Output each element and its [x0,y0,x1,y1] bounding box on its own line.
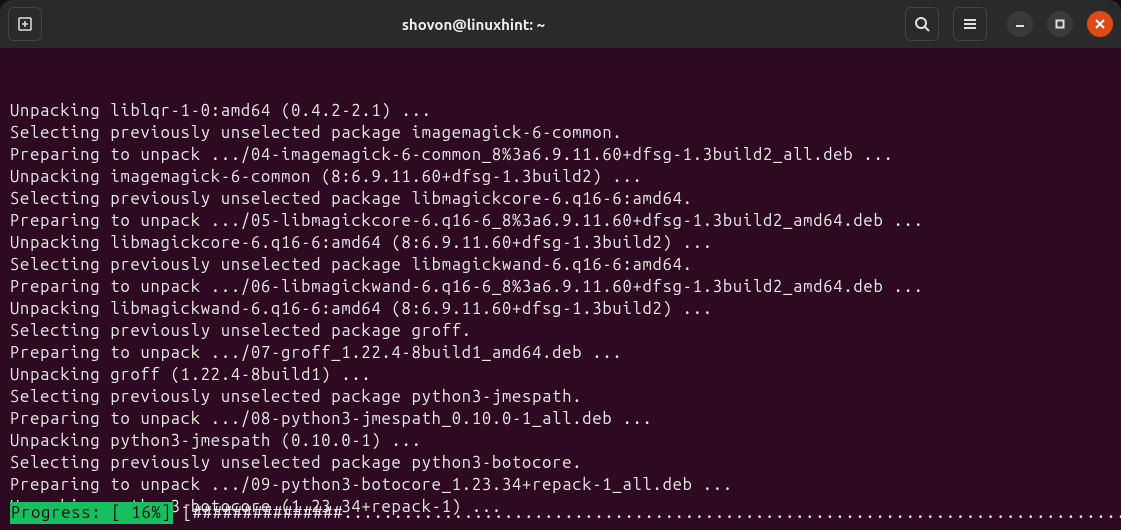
terminal-output[interactable]: Unpacking liblqr-1-0:amd64 (0.4.2-2.1) .… [0,48,1121,530]
terminal-line: Selecting previously unselected package … [10,254,1111,276]
terminal-line: Unpacking libmagickwand-6.q16-6:amd64 (8… [10,298,1111,320]
terminal-line: Selecting previously unselected package … [10,386,1111,408]
menu-button[interactable] [953,7,987,41]
terminal-line: Preparing to unpack .../04-imagemagick-6… [10,144,1111,166]
titlebar: shovon@linuxhint: ~ [0,0,1121,48]
minimize-icon [1015,19,1025,29]
terminal-line: Selecting previously unselected package … [10,188,1111,210]
close-button[interactable] [1087,11,1113,37]
terminal-line: Unpacking python3-jmespath (0.10.0-1) ..… [10,430,1111,452]
search-icon [914,16,930,32]
search-button[interactable] [905,7,939,41]
terminal-line: Preparing to unpack .../07-groff_1.22.4-… [10,342,1111,364]
terminal-line: Selecting previously unselected package … [10,320,1111,342]
new-tab-icon [17,16,33,32]
terminal-line: Unpacking imagemagick-6-common (8:6.9.11… [10,166,1111,188]
minimize-button[interactable] [1007,11,1033,37]
close-icon [1095,19,1105,29]
progress-row: Progress: [ 16%] [###############.......… [10,502,1111,524]
titlebar-right [905,7,1113,41]
terminal-line: Preparing to unpack .../08-python3-jmesp… [10,408,1111,430]
terminal-line: Unpacking liblqr-1-0:amd64 (0.4.2-2.1) .… [10,100,1111,122]
progress-bar: [###############........................… [173,502,1121,524]
new-tab-button[interactable] [8,7,42,41]
terminal-lines: Unpacking liblqr-1-0:amd64 (0.4.2-2.1) .… [10,100,1111,518]
terminal-line: Selecting previously unselected package … [10,122,1111,144]
terminal-line: Preparing to unpack .../06-libmagickwand… [10,276,1111,298]
maximize-button[interactable] [1047,11,1073,37]
terminal-line: Unpacking libmagickcore-6.q16-6:amd64 (8… [10,232,1111,254]
progress-label: Progress: [ 16%] [10,502,173,524]
hamburger-icon [962,16,978,32]
terminal-line: Unpacking groff (1.22.4-8build1) ... [10,364,1111,386]
terminal-line: Preparing to unpack .../05-libmagickcore… [10,210,1111,232]
terminal-line: Preparing to unpack .../09-python3-botoc… [10,474,1111,496]
maximize-icon [1055,19,1065,29]
window-controls [1007,11,1113,37]
window-title: shovon@linuxhint: ~ [42,16,905,33]
terminal-line: Selecting previously unselected package … [10,452,1111,474]
titlebar-left [8,7,42,41]
